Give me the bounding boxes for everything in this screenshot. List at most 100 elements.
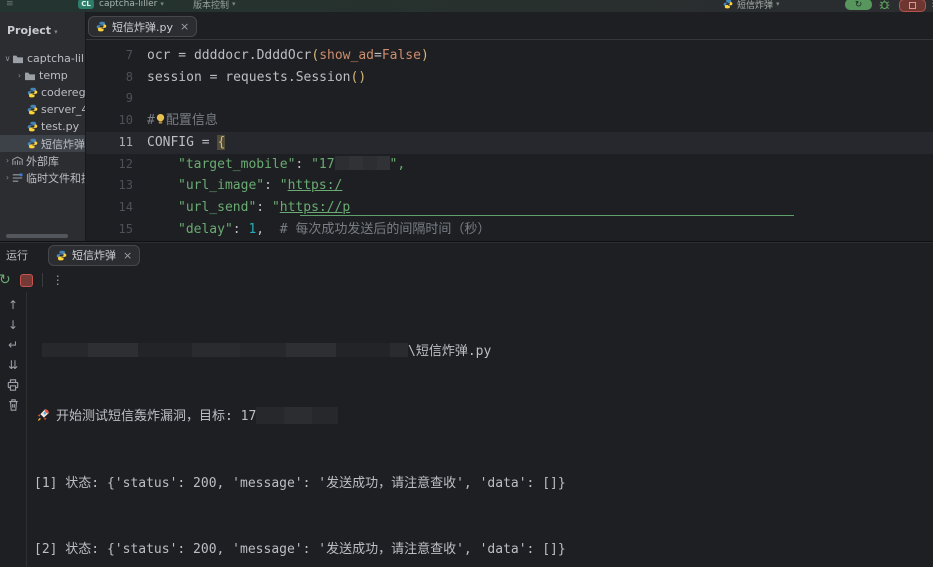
console-output[interactable]: \短信炸弹.py 开始测试短信轰炸漏洞，目标: 17 [1] 状态: {'sta…: [27, 292, 933, 567]
console: ↑ ↓ ↵ ⇊ \短信炸弹.py 开始测试短信轰炸漏洞，目标: 17 [1] 状…: [0, 292, 933, 567]
chevron-collapsed-icon[interactable]: ›: [15, 71, 24, 80]
prev-occurrence-icon[interactable]: ↑: [8, 298, 18, 311]
sidebar-item-codereg[interactable]: codereg.py: [0, 84, 85, 101]
code-line-12: 12 "target_mobile": "17 ",: [86, 154, 933, 176]
folder-icon: [24, 71, 36, 81]
chevron-down-icon: ▾: [54, 28, 58, 36]
sidebar-item-server[interactable]: server_4.3: [0, 101, 85, 118]
tree-item-label: test.py: [41, 120, 80, 133]
sidebar-item-external-libraries[interactable]: › 外部库: [0, 152, 85, 169]
project-badge: CL: [78, 0, 94, 12]
python-file-icon: [96, 21, 107, 32]
bulb-icon: [155, 111, 166, 133]
vcs-label: 版本控制: [193, 0, 230, 11]
vcs-widget[interactable]: 版本控制 ▾: [193, 0, 236, 12]
redaction-path: [42, 342, 408, 357]
console-toolbar: ↑ ↓ ↵ ⇊: [0, 292, 27, 567]
project-tool-window: Project▾ ∨ captcha-liller › temp codereg…: [0, 12, 86, 241]
scratches-icon: [12, 172, 23, 183]
rerun-icon[interactable]: ↻: [0, 272, 11, 288]
debug-icon[interactable]: [879, 0, 890, 12]
sidebar-item-scratches[interactable]: › 临时文件和控制台: [0, 169, 85, 186]
python-file-icon: [27, 87, 38, 98]
code-line-8: 8 session = requests.Session(): [86, 67, 933, 89]
code-line-9: 9: [86, 88, 933, 110]
python-icon: [723, 0, 733, 12]
chevron-expanded-icon[interactable]: ∨: [3, 54, 12, 63]
editor-tab-sms-bomb[interactable]: 短信炸弹.py ×: [88, 16, 198, 37]
tree-item-label: temp: [39, 69, 68, 82]
library-icon: [12, 156, 23, 166]
tab-label: 短信炸弹.py: [112, 20, 173, 34]
tab-label: 短信炸弹: [72, 249, 116, 262]
project-panel-title: Project: [7, 24, 52, 37]
editor-area: 短信炸弹.py × 7 ocr = ddddocr.DdddOcr(show_a…: [86, 12, 933, 241]
project-name: captcha-liller: [99, 0, 158, 9]
line-number: 15: [118, 222, 133, 236]
line-number: 11: [118, 135, 133, 149]
line-number: 13: [118, 178, 133, 192]
rocket-icon: [36, 408, 50, 430]
code-line-15: 15 "delay": 1, # 每次成功发送后的间隔时间（秒）: [86, 219, 933, 241]
sidebar-item-captcha-liller[interactable]: ∨ captcha-liller: [0, 50, 85, 67]
run-config-name: 短信炸弹: [737, 0, 774, 11]
python-file-icon: [56, 250, 67, 261]
code-line-7: 7 ocr = ddddocr.DdddOcr(show_ad=False): [86, 45, 933, 67]
tree-item-label: 外部库: [26, 154, 59, 168]
project-badge-text: CL: [78, 0, 94, 9]
sidebar-item-test[interactable]: test.py: [0, 118, 85, 135]
rerun-icon: ↻: [854, 0, 863, 10]
toolbar-separator: [41, 273, 43, 287]
line-number: 14: [118, 200, 133, 214]
code-line-10: 10 # 配置信息: [86, 110, 933, 132]
run-tab-sms-bomb[interactable]: 短信炸弹 ×: [48, 244, 141, 266]
line-number: 7: [125, 48, 133, 62]
tree-item-label: codereg.py: [41, 86, 85, 99]
code-viewport[interactable]: 7 ocr = ddddocr.DdddOcr(show_ad=False) 8…: [86, 40, 933, 241]
close-icon[interactable]: ×: [123, 249, 132, 262]
python-file-icon: [27, 138, 38, 149]
tree-item-label: 短信炸弹.py: [41, 137, 85, 151]
line-number: 9: [125, 91, 133, 105]
stop-button[interactable]: [899, 0, 926, 12]
horizontal-scrollbar[interactable]: [6, 234, 68, 238]
line-number: 12: [118, 157, 133, 171]
run-config-selector[interactable]: 短信炸弹 ▾: [737, 0, 780, 12]
console-line-path: \短信炸弹.py: [34, 341, 933, 363]
stop-icon[interactable]: [19, 273, 33, 287]
scroll-to-end-icon[interactable]: ⇊: [8, 358, 18, 371]
redaction-urls: [337, 177, 800, 218]
run-tool-window: 运行 短信炸弹 × ↻ ⋮ ↑ ↓ ↵ ⇊ \短信炸弹.py 开始测试短信轰炸漏…: [0, 241, 933, 567]
close-icon[interactable]: ×: [180, 20, 189, 33]
more-options-icon[interactable]: ⋮: [52, 273, 64, 287]
soft-wrap-icon[interactable]: ↵: [8, 338, 18, 351]
redaction-target-phone: [256, 406, 339, 424]
console-line-start: 开始测试短信轰炸漏洞，目标: 17: [34, 406, 933, 430]
chevron-down-icon: ▾: [232, 0, 236, 8]
main-menu-icon[interactable]: ≡: [6, 0, 14, 12]
python-file-icon: [27, 104, 38, 115]
sidebar-item-temp[interactable]: › temp: [0, 67, 85, 84]
run-panel-title[interactable]: 运行: [6, 247, 28, 263]
rerun-button[interactable]: ↻: [845, 0, 872, 10]
code-line-11-current: 11 CONFIG = {: [86, 132, 933, 154]
folder-icon: [12, 54, 24, 64]
tree-item-label: 临时文件和控制台: [26, 171, 85, 185]
project-selector[interactable]: captcha-liller ▾: [99, 0, 164, 12]
line-number: 8: [125, 70, 133, 84]
console-status-line: [1] 状态: {'status': 200, 'message': '发送成功…: [34, 476, 566, 492]
sidebar-item-sms-bomb[interactable]: 短信炸弹.py: [0, 135, 85, 152]
chevron-collapsed-icon[interactable]: ›: [3, 156, 12, 165]
pycharm-window: { "titlebar": { "menu_icon": "≡", "proje…: [0, 0, 933, 567]
print-icon[interactable]: [7, 378, 19, 391]
project-panel-header[interactable]: Project ▾: [7, 24, 58, 37]
chevron-collapsed-icon[interactable]: ›: [3, 173, 12, 182]
url-underline: [300, 215, 794, 216]
console-status-line: [2] 状态: {'status': 200, 'message': '发送成功…: [34, 541, 566, 557]
more-icon[interactable]: ⋮: [928, 0, 933, 12]
next-occurrence-icon[interactable]: ↓: [8, 318, 18, 331]
clear-all-icon[interactable]: [8, 398, 19, 411]
editor-tab-bar: 短信炸弹.py ×: [86, 12, 933, 40]
tree-item-label: server_4.3: [41, 103, 85, 116]
stop-icon: [909, 2, 916, 9]
